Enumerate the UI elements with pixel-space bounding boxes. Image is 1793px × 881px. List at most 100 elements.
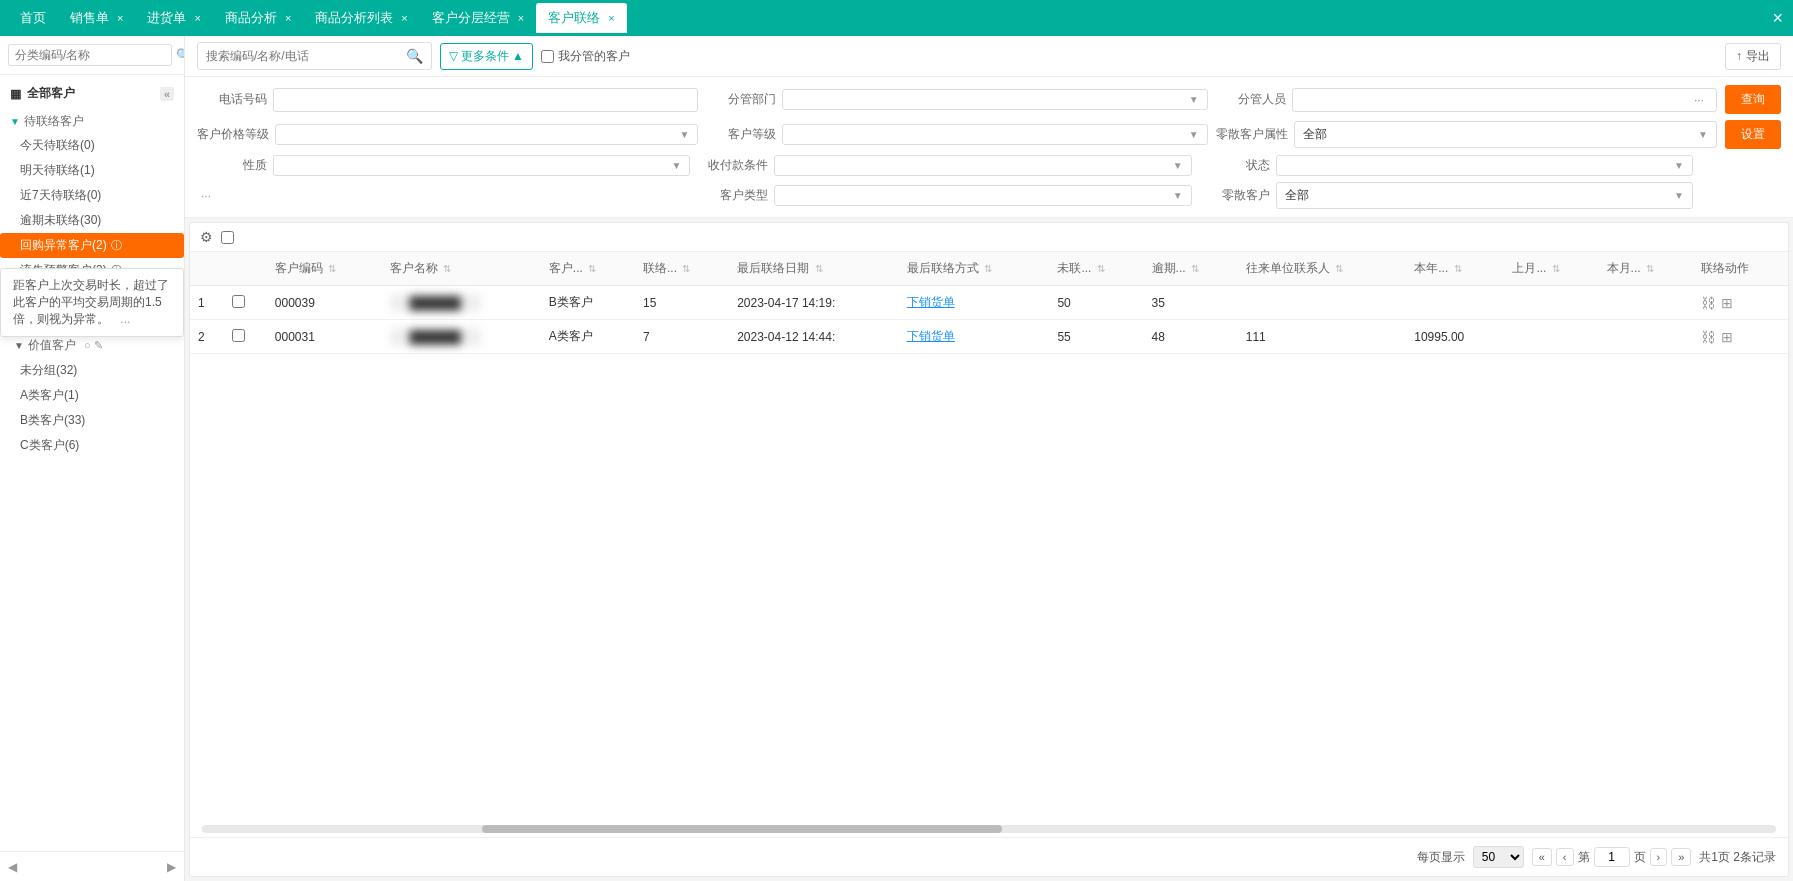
link-icon-1[interactable]: ⛓ xyxy=(1701,295,1715,311)
customer-level-select[interactable]: ▼ xyxy=(782,124,1207,145)
grid-icon-2[interactable]: ⊞ xyxy=(1721,329,1733,345)
row-checkbox-2[interactable] xyxy=(232,329,245,342)
sort-icon-uncontacted[interactable]: ⇅ xyxy=(1097,263,1105,274)
tab-product-analysis-list[interactable]: 商品分析列表 × xyxy=(303,3,419,33)
manager-dots[interactable]: ··· xyxy=(1690,93,1708,107)
sort-icon-method[interactable]: ⇅ xyxy=(984,263,992,274)
tab-customer-contact[interactable]: 客户联络 × xyxy=(536,3,626,33)
tab-home[interactable]: 首页 xyxy=(8,3,58,33)
sidebar-left-arrow[interactable]: ◀ xyxy=(8,860,17,874)
value-group-icons[interactable]: ○ ✎ xyxy=(84,339,103,352)
close-tab-customer-contact[interactable]: × xyxy=(608,12,614,24)
per-page-select[interactable]: 50 100 200 xyxy=(1473,846,1524,868)
nature-select[interactable]: ▼ xyxy=(273,155,690,176)
cell-overdue-2: 48 xyxy=(1144,320,1238,354)
table-wrapper[interactable]: 客户编码 ⇅ 客户名称 ⇅ 客户... ⇅ xyxy=(190,252,1788,821)
sort-icon-this-month[interactable]: ⇅ xyxy=(1646,263,1654,274)
page-input[interactable] xyxy=(1594,847,1630,867)
status-select[interactable]: ▼ xyxy=(1276,155,1693,176)
filter-icon: ▽ xyxy=(449,49,458,63)
row-checkbox-1[interactable] xyxy=(232,295,245,308)
link-icon-2[interactable]: ⛓ xyxy=(1701,329,1715,345)
price-level-select[interactable]: ▼ xyxy=(275,124,698,145)
next-page-btn[interactable]: › xyxy=(1650,848,1668,866)
first-page-btn[interactable]: « xyxy=(1532,848,1552,866)
payment-select[interactable]: ▼ xyxy=(774,155,1191,176)
sort-icon-year[interactable]: ⇅ xyxy=(1454,263,1462,274)
sort-icon-person[interactable]: ⇅ xyxy=(1335,263,1343,274)
settings-button[interactable]: 设置 xyxy=(1725,120,1781,149)
cell-checkbox-2[interactable] xyxy=(224,320,267,354)
sidebar-right-arrow[interactable]: ▶ xyxy=(167,860,176,874)
retail-attr-select[interactable]: 全部 ▼ xyxy=(1294,121,1717,148)
table-header-row: 客户编码 ⇅ 客户名称 ⇅ 客户... ⇅ xyxy=(190,252,1788,286)
sidebar-all-customers[interactable]: ▦ 全部客户 « xyxy=(0,79,184,108)
sidebar-item-tomorrow[interactable]: 明天待联络(1) xyxy=(0,158,184,183)
cell-checkbox-1[interactable] xyxy=(224,286,267,320)
my-customers-checkbox-label[interactable]: 我分管的客户 xyxy=(541,48,630,65)
scrollbar-thumb[interactable] xyxy=(482,825,1002,833)
sidebar-item-ungrouep[interactable]: 未分组(32) xyxy=(0,358,184,383)
table-settings-icon[interactable]: ⚙ xyxy=(200,229,213,245)
cell-this-month-2 xyxy=(1599,320,1693,354)
tab-sales[interactable]: 销售单 × xyxy=(58,3,135,33)
sidebar-search-icon[interactable]: 🔍 xyxy=(176,48,185,62)
cell-method-2[interactable]: 下销货单 xyxy=(899,320,1050,354)
close-tab-sales[interactable]: × xyxy=(117,12,123,24)
sidebar-collapse-btn[interactable]: « xyxy=(160,87,174,101)
method-link-1[interactable]: 下销货单 xyxy=(907,295,955,309)
chevron-down-icon-9: ▼ xyxy=(1674,190,1684,201)
manager-select[interactable]: ··· xyxy=(1292,88,1717,112)
sidebar-item-overdue[interactable]: 逾期未联络(30) xyxy=(0,208,184,233)
grid-icon-1[interactable]: ⊞ xyxy=(1721,295,1733,311)
cell-contact-count-1: 15 xyxy=(635,286,729,320)
dept-select[interactable]: ▼ xyxy=(782,89,1207,110)
sort-icon-name[interactable]: ⇅ xyxy=(443,263,451,274)
search-button[interactable]: 🔍 xyxy=(398,43,431,69)
sort-icon-last-month[interactable]: ⇅ xyxy=(1552,263,1560,274)
sidebar-content: ▦ 全部客户 « ▼ 待联络客户 今天待联络(0) 明天待联络(1) 近7天待联… xyxy=(0,75,184,851)
close-all-tabs[interactable]: × xyxy=(1772,9,1783,27)
sidebar-item-reorder-abnormal[interactable]: 回购异常客户(2) ⓘ xyxy=(0,233,184,258)
method-link-2[interactable]: 下销货单 xyxy=(907,329,955,343)
query-button[interactable]: 查询 xyxy=(1725,85,1781,114)
close-tab-purchase[interactable]: × xyxy=(194,12,200,24)
horizontal-scrollbar[interactable] xyxy=(202,825,1776,833)
tab-product-analysis[interactable]: 商品分析 × xyxy=(213,3,303,33)
phone-input[interactable] xyxy=(273,88,698,112)
cell-method-1[interactable]: 下销货单 xyxy=(899,286,1050,320)
more-conditions-btn[interactable]: ▽ 更多条件 ▲ xyxy=(440,43,533,70)
sort-icon-type[interactable]: ⇅ xyxy=(588,263,596,274)
col-last-contact-date: 最后联络日期 ⇅ xyxy=(729,252,899,286)
tab-purchase[interactable]: 进货单 × xyxy=(135,3,212,33)
last-page-btn[interactable]: » xyxy=(1671,848,1691,866)
sidebar-search-area: 🔍 xyxy=(0,36,184,75)
tooltip-dots[interactable]: ... xyxy=(120,312,130,326)
sort-icon-contact[interactable]: ⇅ xyxy=(682,263,690,274)
search-input[interactable] xyxy=(198,44,398,68)
close-tab-product-analysis-list[interactable]: × xyxy=(401,12,407,24)
sidebar-item-class-c[interactable]: C类客户(6) xyxy=(0,433,184,458)
close-tab-product-analysis[interactable]: × xyxy=(285,12,291,24)
sidebar-item-today[interactable]: 今天待联络(0) xyxy=(0,133,184,158)
sidebar-item-class-a[interactable]: A类客户(1) xyxy=(0,383,184,408)
my-customers-checkbox[interactable] xyxy=(541,50,554,63)
sort-icon-overdue[interactable]: ⇅ xyxy=(1191,263,1199,274)
main-layout: 🔍 ▦ 全部客户 « ▼ 待联络客户 今天待联络(0) 明天待联络(1) 近7天… xyxy=(0,36,1793,881)
close-tab-customer-tier[interactable]: × xyxy=(518,12,524,24)
more-dots[interactable]: ··· xyxy=(197,189,215,203)
tab-customer-tier[interactable]: 客户分层经营 × xyxy=(420,3,536,33)
export-btn[interactable]: ↑ 导出 xyxy=(1725,43,1781,70)
prev-page-btn[interactable]: ‹ xyxy=(1556,848,1574,866)
sort-icon-code[interactable]: ⇅ xyxy=(328,263,336,274)
customer-type-select[interactable]: ▼ xyxy=(774,185,1191,206)
page-label2: 页 xyxy=(1634,849,1646,866)
retail-customer-select[interactable]: 全部 ▼ xyxy=(1276,182,1693,209)
sort-icon-date[interactable]: ⇅ xyxy=(815,263,823,274)
customer-level-label: 客户等级 xyxy=(706,126,776,143)
sidebar-search-input[interactable] xyxy=(8,44,172,66)
table-select-all-checkbox[interactable] xyxy=(221,231,234,244)
sidebar-pending-group[interactable]: ▼ 待联络客户 xyxy=(0,108,184,133)
sidebar-item-7days[interactable]: 近7天待联络(0) xyxy=(0,183,184,208)
sidebar-item-class-b[interactable]: B类客户(33) xyxy=(0,408,184,433)
